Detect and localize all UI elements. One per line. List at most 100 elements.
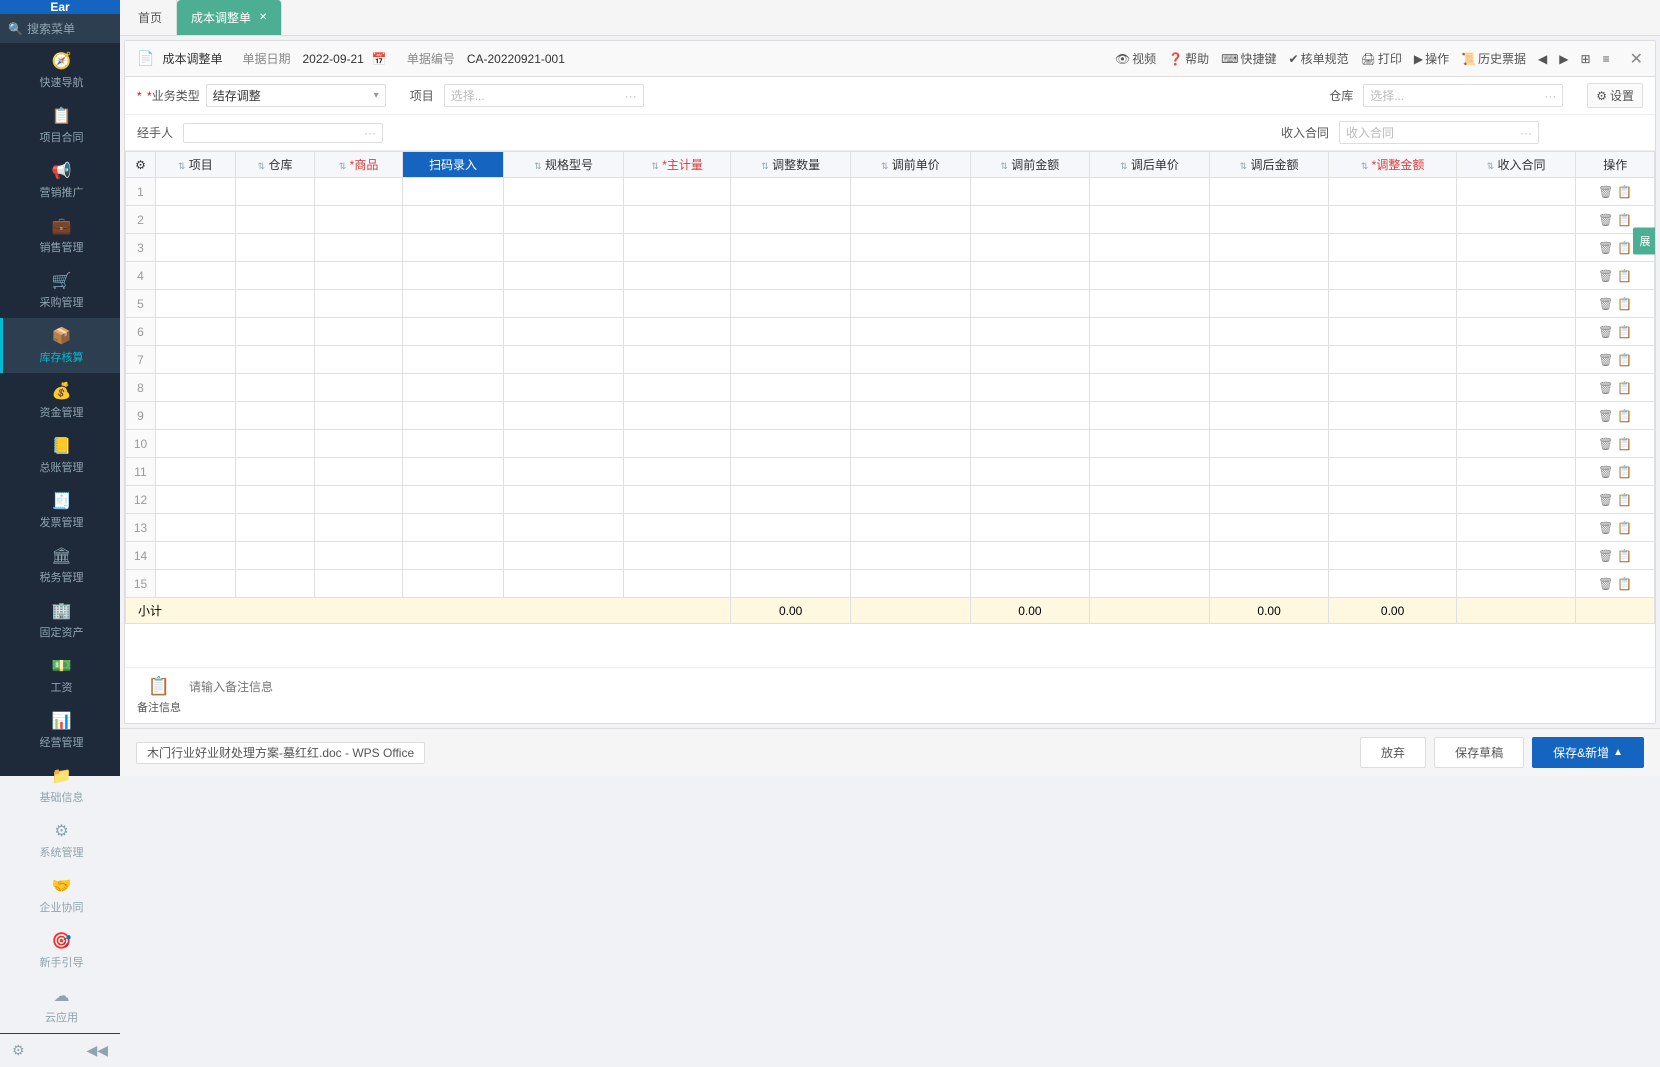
sidebar-item-purchase-mgmt[interactable]: 🛒采购管理 [0,263,120,318]
cell-goods[interactable] [315,542,402,570]
cell-income-contract[interactable] [1456,570,1576,598]
cell-goods[interactable] [315,234,402,262]
cell-project[interactable] [156,486,236,514]
sidebar-item-project-contract[interactable]: 📋项目合同 [0,98,120,153]
table-row[interactable]: 5 🗑 📋 [126,290,1655,318]
cell-post-price[interactable] [1090,430,1210,458]
cell-income-contract[interactable] [1456,262,1576,290]
cell-project[interactable] [156,346,236,374]
copy-icon[interactable]: 📋 [1617,465,1632,479]
save-new-button[interactable]: 保存&新增 ▲ [1532,737,1644,768]
settings-icon[interactable]: ⚙ [12,1042,25,1059]
cell-post-price[interactable] [1090,458,1210,486]
copy-icon[interactable]: 📋 [1617,577,1632,591]
cell-adj-qty[interactable] [731,206,851,234]
cell-project[interactable] [156,318,236,346]
cell-adj-qty[interactable] [731,374,851,402]
cell-income-contract[interactable] [1456,234,1576,262]
cell-goods[interactable] [315,178,402,206]
cell-scan[interactable] [402,402,504,430]
cell-adj-qty[interactable] [731,346,851,374]
cell-adj-amount[interactable] [1329,542,1456,570]
cell-pre-price[interactable] [850,318,970,346]
cell-post-price[interactable] [1090,290,1210,318]
nav-prev[interactable]: ◀ [1538,52,1547,66]
delete-icon[interactable]: 🗑 [1598,353,1613,367]
cell-spec[interactable] [504,234,624,262]
cell-post-price[interactable] [1090,318,1210,346]
cell-pre-price[interactable] [850,374,970,402]
cell-pre-amount[interactable] [970,430,1090,458]
cell-unit[interactable] [623,178,730,206]
cell-goods[interactable] [315,430,402,458]
cell-pre-amount[interactable] [970,374,1090,402]
table-row[interactable]: 9 🗑 📋 [126,402,1655,430]
cell-adj-qty[interactable] [731,542,851,570]
tab-home[interactable]: 首页 [124,0,177,35]
cell-goods[interactable] [315,570,402,598]
cell-adj-amount[interactable] [1329,178,1456,206]
cell-warehouse[interactable] [235,318,315,346]
cell-scan[interactable] [402,374,504,402]
table-row[interactable]: 8 🗑 📋 [126,374,1655,402]
cell-pre-amount[interactable] [970,486,1090,514]
delete-icon[interactable]: 🗑 [1598,213,1613,227]
toolbar-print[interactable]: 🖨 打印 [1361,50,1402,67]
sidebar-item-enterprise-coop[interactable]: 🤝企业协同 [0,868,120,923]
cell-adj-amount[interactable] [1329,346,1456,374]
cell-pre-amount[interactable] [970,318,1090,346]
cell-income-contract[interactable] [1456,402,1576,430]
cell-unit[interactable] [623,458,730,486]
cell-pre-amount[interactable] [970,262,1090,290]
cell-warehouse[interactable] [235,234,315,262]
cell-pre-price[interactable] [850,458,970,486]
cell-spec[interactable] [504,402,624,430]
expand-icon[interactable]: ⊞ [1581,52,1591,66]
cell-scan[interactable] [402,234,504,262]
cell-warehouse[interactable] [235,514,315,542]
cell-post-amount[interactable] [1209,570,1329,598]
collapse-icon[interactable]: ◀◀ [86,1042,108,1059]
toolbar-view[interactable]: 👁 视频 [1115,50,1156,67]
cell-post-amount[interactable] [1209,458,1329,486]
cell-adj-amount[interactable] [1329,374,1456,402]
copy-icon[interactable]: 📋 [1617,493,1632,507]
cell-spec[interactable] [504,514,624,542]
cell-post-amount[interactable] [1209,542,1329,570]
table-row[interactable]: 3 🗑 📋 [126,234,1655,262]
cell-project[interactable] [156,430,236,458]
biz-type-input[interactable]: 结存调整 ▾ [206,84,386,107]
cell-unit[interactable] [623,402,730,430]
cell-post-amount[interactable] [1209,486,1329,514]
cell-pre-amount[interactable] [970,234,1090,262]
copy-icon[interactable]: 📋 [1617,325,1632,339]
copy-icon[interactable]: 📋 [1617,549,1632,563]
cell-project[interactable] [156,570,236,598]
cell-spec[interactable] [504,374,624,402]
cell-spec[interactable] [504,318,624,346]
table-row[interactable]: 4 🗑 📋 [126,262,1655,290]
cell-pre-price[interactable] [850,570,970,598]
cell-post-amount[interactable] [1209,234,1329,262]
cell-adj-amount[interactable] [1329,458,1456,486]
cell-income-contract[interactable] [1456,178,1576,206]
sidebar-item-sales-mgmt[interactable]: 💼销售管理 [0,208,120,263]
cell-adj-qty[interactable] [731,234,851,262]
toolbar-history[interactable]: 📜 历史票据 [1461,50,1526,67]
cell-post-amount[interactable] [1209,262,1329,290]
table-row[interactable]: 11 🗑 📋 [126,458,1655,486]
cell-post-price[interactable] [1090,402,1210,430]
copy-icon[interactable]: 📋 [1617,381,1632,395]
cell-adj-qty[interactable] [731,486,851,514]
cell-post-amount[interactable] [1209,374,1329,402]
table-row[interactable]: 2 🗑 📋 [126,206,1655,234]
cell-post-price[interactable] [1090,542,1210,570]
copy-icon[interactable]: 📋 [1617,353,1632,367]
taskbar-item[interactable]: 木门行业好业财处理方案-墓红红.doc - WPS Office [136,742,425,764]
income-contract-input[interactable]: 收入合同 ··· [1339,121,1539,144]
delete-icon[interactable]: 🗑 [1598,325,1613,339]
delete-icon[interactable]: 🗑 [1598,381,1613,395]
cell-project[interactable] [156,542,236,570]
cell-warehouse[interactable] [235,570,315,598]
cell-spec[interactable] [504,542,624,570]
